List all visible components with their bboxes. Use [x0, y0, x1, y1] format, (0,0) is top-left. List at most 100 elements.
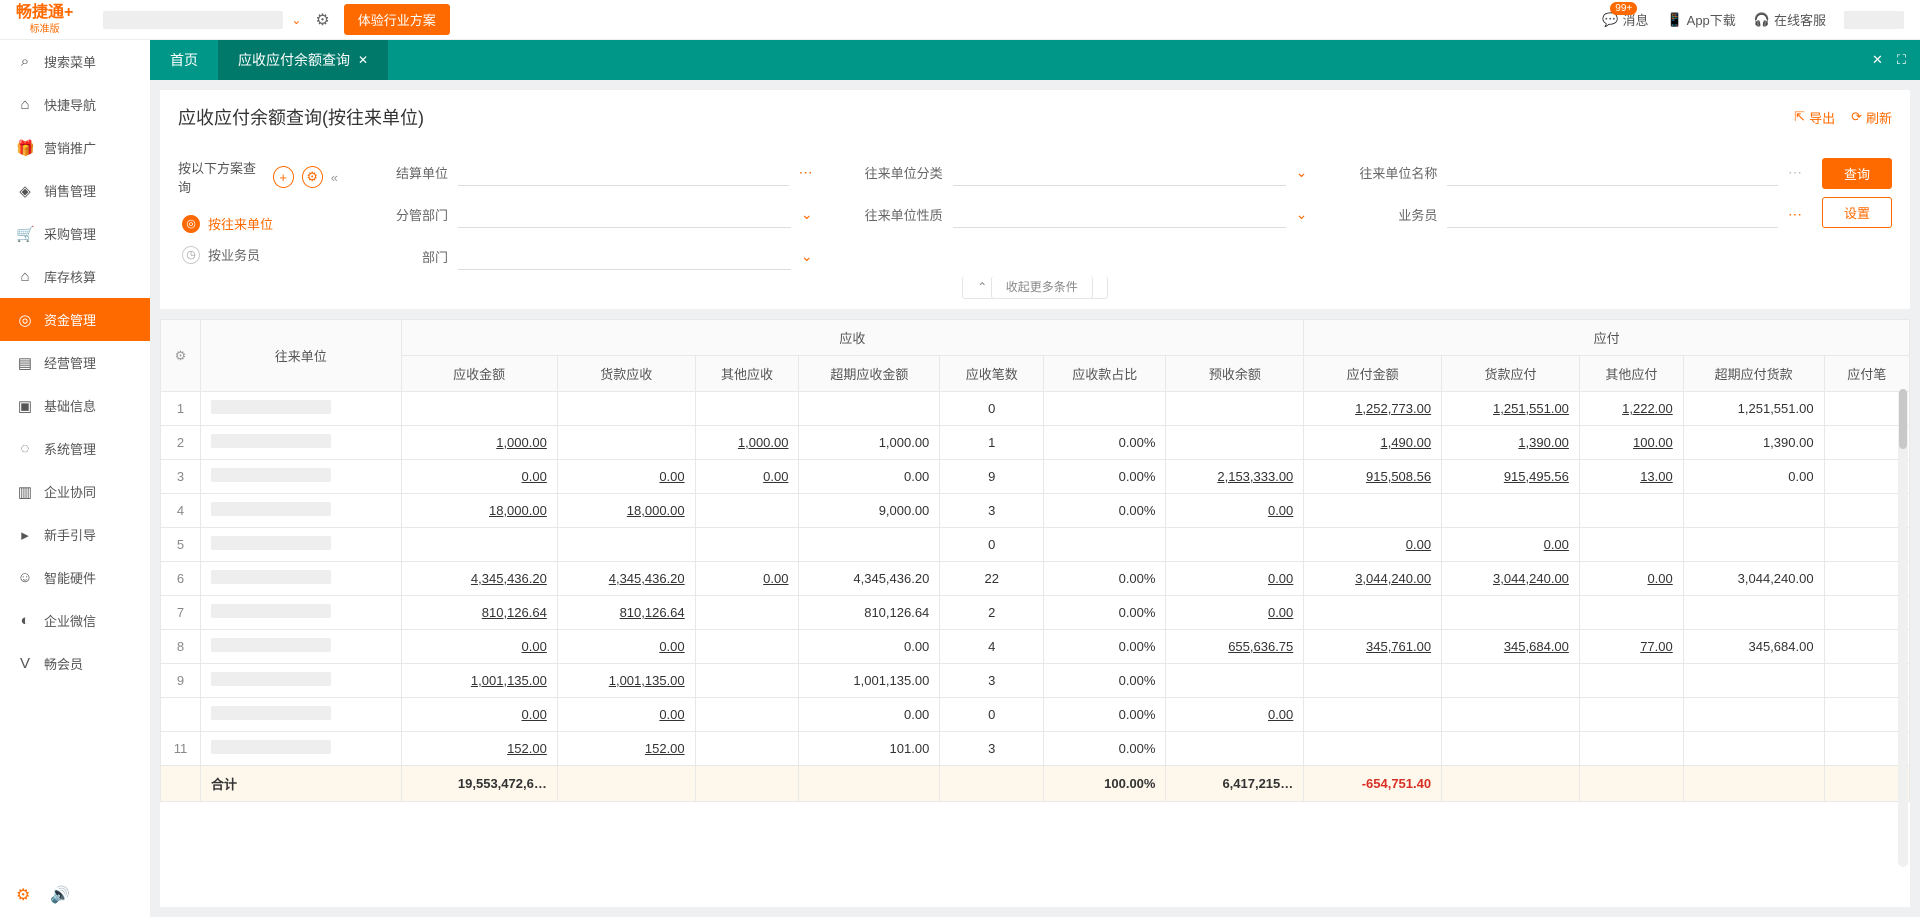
- filter-input[interactable]: [458, 200, 791, 228]
- cell[interactable]: 4,345,436.20: [401, 562, 557, 596]
- tabs-fullscreen-icon[interactable]: ⛶: [1897, 52, 1906, 68]
- cell[interactable]: 0.00: [557, 630, 695, 664]
- sidebar-item-1[interactable]: ⌂快捷导航: [0, 83, 150, 126]
- sidebar-item-4[interactable]: 🛒采购管理: [0, 212, 150, 255]
- sidebar-item-13[interactable]: ◐企业微信: [0, 599, 150, 642]
- vertical-scrollbar[interactable]: [1898, 389, 1908, 867]
- tab-close-icon[interactable]: ✕: [358, 53, 368, 67]
- sidebar-item-8[interactable]: ▣基础信息: [0, 384, 150, 427]
- cell[interactable]: 345,761.00: [1304, 630, 1442, 664]
- tab-home[interactable]: 首页: [150, 40, 218, 80]
- cell[interactable]: 4,345,436.20: [557, 562, 695, 596]
- cell[interactable]: 0.00: [401, 630, 557, 664]
- cell[interactable]: 1,000.00: [401, 426, 557, 460]
- footer-settings-icon[interactable]: ⚙: [16, 885, 30, 905]
- cell[interactable]: 0.00: [1166, 562, 1304, 596]
- sidebar-item-5[interactable]: ⌂库存核算: [0, 255, 150, 298]
- filter-input[interactable]: [953, 158, 1286, 186]
- sidebar-item-7[interactable]: ▤经营管理: [0, 341, 150, 384]
- cell[interactable]: 13.00: [1579, 460, 1683, 494]
- sidebar-item-3[interactable]: ◈销售管理: [0, 169, 150, 212]
- experience-button[interactable]: 体验行业方案: [344, 4, 450, 35]
- more-icon[interactable]: ⋯: [799, 164, 813, 181]
- cell[interactable]: 0.00: [401, 698, 557, 732]
- cell[interactable]: 18,000.00: [401, 494, 557, 528]
- cell[interactable]: 915,495.56: [1442, 460, 1580, 494]
- scheme-add-icon[interactable]: +: [273, 166, 294, 188]
- online-service-link[interactable]: 🎧 在线客服: [1754, 10, 1826, 29]
- cell[interactable]: 0.00: [1579, 562, 1683, 596]
- cell[interactable]: 77.00: [1579, 630, 1683, 664]
- cell[interactable]: 0.00: [695, 460, 799, 494]
- refresh-button[interactable]: ⟳ 刷新: [1851, 108, 1892, 127]
- cell[interactable]: 810,126.64: [557, 596, 695, 630]
- sidebar-item-6[interactable]: ◎资金管理: [0, 298, 150, 341]
- cell[interactable]: 0.00: [401, 460, 557, 494]
- cell[interactable]: 1,222.00: [1579, 392, 1683, 426]
- cell[interactable]: 2,153,333.00: [1166, 460, 1304, 494]
- sidebar-item-11[interactable]: ▸新手引导: [0, 513, 150, 556]
- sidebar-item-2[interactable]: 🎁营销推广: [0, 126, 150, 169]
- cell[interactable]: 0.00: [1166, 596, 1304, 630]
- cell[interactable]: 0.00: [557, 698, 695, 732]
- sidebar-item-9[interactable]: ◌系统管理: [0, 427, 150, 470]
- export-button[interactable]: ⇱ 导出: [1794, 108, 1835, 127]
- cell[interactable]: 915,508.56: [1304, 460, 1442, 494]
- user-redacted[interactable]: [1844, 11, 1904, 29]
- cell[interactable]: 1,251,551.00: [1442, 392, 1580, 426]
- filter-input[interactable]: [458, 242, 791, 270]
- app-download-link[interactable]: 📱 App下载: [1666, 10, 1735, 29]
- collapse-toggle[interactable]: ⌃ 收起更多条件: [962, 276, 1107, 299]
- scheme-settings-icon[interactable]: ⚙: [302, 166, 323, 188]
- cell[interactable]: 1,001,135.00: [557, 664, 695, 698]
- cell[interactable]: 0.00: [695, 562, 799, 596]
- scheme-by-sales[interactable]: ◷ 按业务员: [178, 239, 338, 270]
- scrollbar-thumb[interactable]: [1899, 389, 1907, 449]
- cell[interactable]: 0.00: [1442, 528, 1580, 562]
- cell[interactable]: 0.00: [1166, 698, 1304, 732]
- cell[interactable]: 3,044,240.00: [1442, 562, 1580, 596]
- cell[interactable]: 1,000.00: [695, 426, 799, 460]
- more-icon[interactable]: ⋯: [1788, 206, 1802, 223]
- filter-input[interactable]: [953, 200, 1286, 228]
- sidebar-item-10[interactable]: ▥企业协同: [0, 470, 150, 513]
- sidebar-item-0[interactable]: ⌕搜索菜单: [0, 40, 150, 83]
- messages-link[interactable]: 💬 消息 99+: [1602, 10, 1648, 29]
- more-icon[interactable]: ⋯: [1788, 164, 1802, 181]
- cell[interactable]: 0.00: [557, 460, 695, 494]
- filter-input[interactable]: [1447, 200, 1778, 228]
- chevron-down-icon[interactable]: ⌄: [1296, 164, 1308, 181]
- cell[interactable]: 3,044,240.00: [1304, 562, 1442, 596]
- chevron-down-icon[interactable]: ⌄: [801, 248, 813, 265]
- footer-sound-icon[interactable]: 🔊: [50, 885, 70, 905]
- cell[interactable]: 100.00: [1579, 426, 1683, 460]
- cell[interactable]: 152.00: [401, 732, 557, 766]
- settings-icon[interactable]: ⚙: [315, 10, 329, 30]
- cell[interactable]: 1,252,773.00: [1304, 392, 1442, 426]
- cell[interactable]: 345,684.00: [1442, 630, 1580, 664]
- cell[interactable]: 0.00: [1166, 494, 1304, 528]
- col-gear[interactable]: ⚙: [161, 320, 201, 392]
- scheme-collapse-icon[interactable]: «: [331, 170, 338, 185]
- table-scroll[interactable]: ⚙ 往来单位 应收 应付 应收金额 货款应收 其他应收 超期应收金额 应收笔数: [160, 319, 1910, 907]
- cell[interactable]: 152.00: [557, 732, 695, 766]
- cell[interactable]: 1,390.00: [1442, 426, 1580, 460]
- cell[interactable]: 1,001,135.00: [401, 664, 557, 698]
- cell[interactable]: 810,126.64: [401, 596, 557, 630]
- cell[interactable]: 0.00: [1304, 528, 1442, 562]
- cell[interactable]: 1,490.00: [1304, 426, 1442, 460]
- filter-input[interactable]: [458, 158, 789, 186]
- chevron-down-icon[interactable]: ⌄: [801, 206, 813, 223]
- cell[interactable]: 655,636.75: [1166, 630, 1304, 664]
- tabs-close-all-icon[interactable]: ✕: [1872, 52, 1883, 68]
- settings-button[interactable]: 设置: [1822, 197, 1892, 228]
- scheme-by-unit[interactable]: ◎ 按往来单位: [178, 208, 338, 239]
- cell[interactable]: 18,000.00: [557, 494, 695, 528]
- sidebar-item-12[interactable]: ☺智能硬件: [0, 556, 150, 599]
- chevron-down-icon[interactable]: ⌄: [1296, 206, 1308, 223]
- tab-current[interactable]: 应收应付余额查询 ✕: [218, 40, 388, 80]
- sidebar-item-14[interactable]: V畅会员: [0, 642, 150, 685]
- query-button[interactable]: 查询: [1822, 158, 1892, 189]
- filter-input[interactable]: [1447, 158, 1778, 186]
- org-selector[interactable]: ⌄: [103, 11, 301, 29]
